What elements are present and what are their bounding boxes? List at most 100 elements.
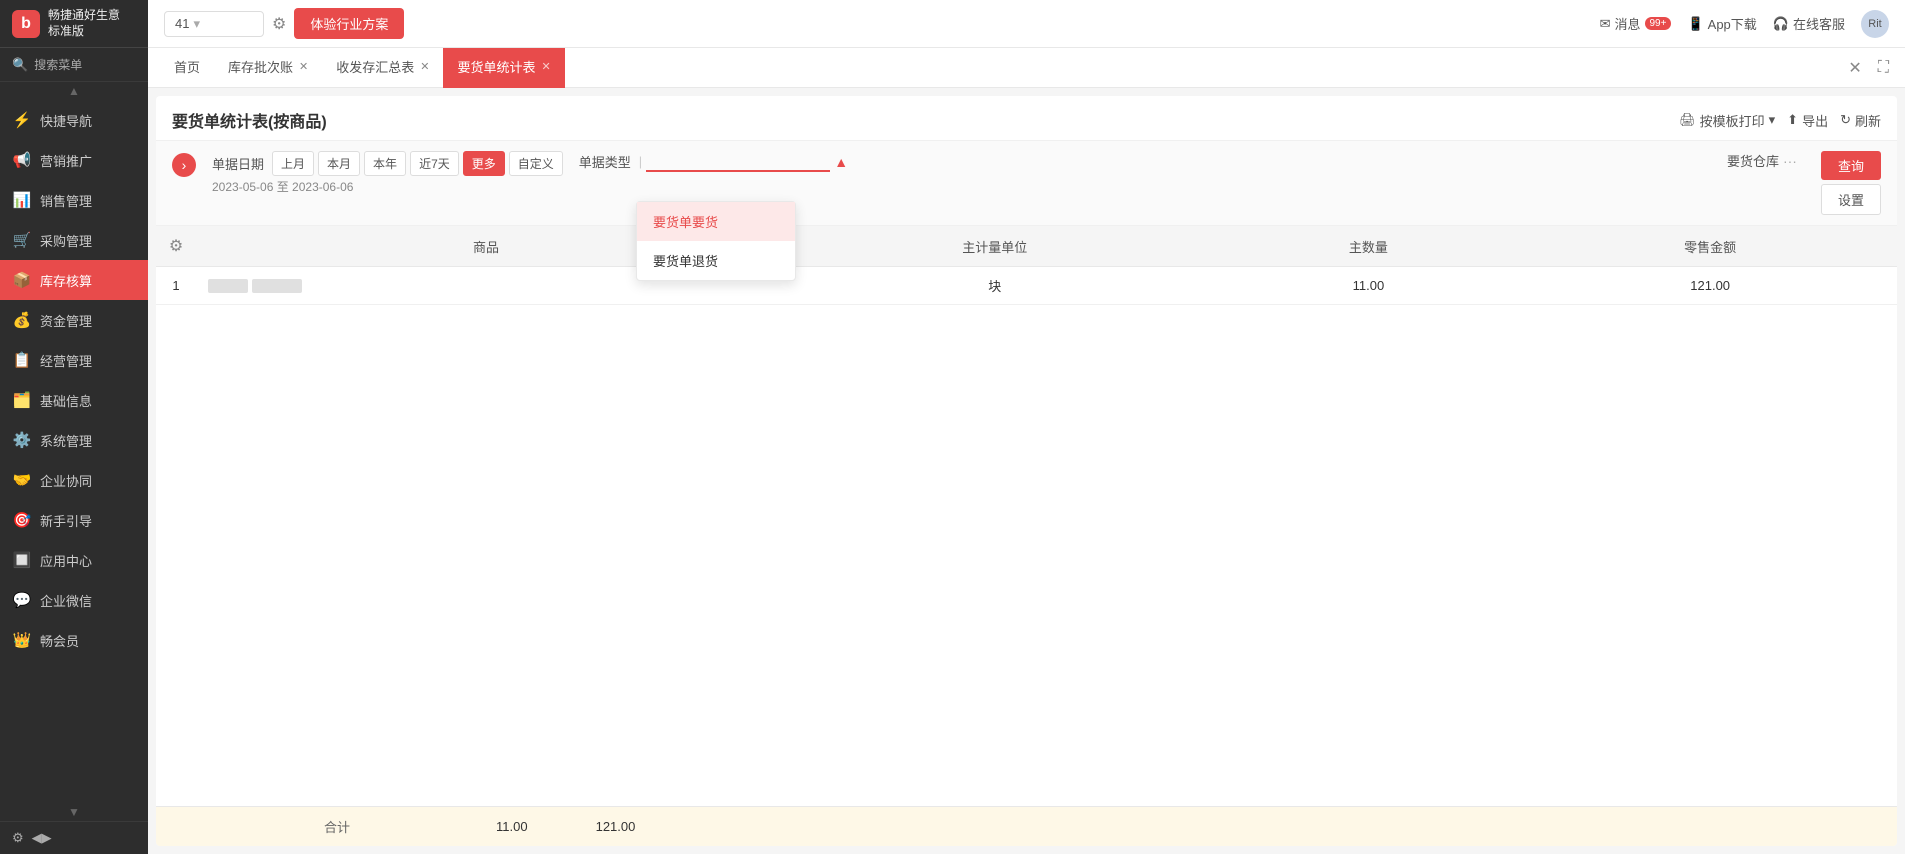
export-icon: ⬆ bbox=[1787, 112, 1798, 128]
topbar-right: ✉ 消息 99+ 📱 App下载 🎧 在线客服 Rit bbox=[1600, 10, 1889, 38]
date-filter-label: 单据日期 bbox=[212, 154, 264, 173]
enterprise-icon: 🤝 bbox=[12, 470, 32, 490]
operation-icon: 📋 bbox=[12, 350, 32, 370]
sidebar-item-operation[interactable]: 📋 经营管理 bbox=[0, 340, 148, 380]
sidebar-item-enterprise[interactable]: 🤝 企业协同 bbox=[0, 460, 148, 500]
export-button[interactable]: ⬆ 导出 bbox=[1787, 111, 1828, 130]
filter-bar: › 单据日期 上月 本月 本年 近7天 更多 自定义 2023-05-06 至 … bbox=[156, 141, 1897, 226]
messages-button[interactable]: ✉ 消息 99+ bbox=[1600, 14, 1672, 33]
settings-button[interactable]: ⚙ bbox=[12, 830, 24, 846]
wechat-icon: 💬 bbox=[12, 590, 32, 610]
search-menu-label: 搜索菜单 bbox=[34, 56, 82, 73]
app-download-button[interactable]: 📱 App下载 bbox=[1687, 14, 1756, 33]
tab-close-all-button[interactable]: ✕ bbox=[1844, 54, 1865, 82]
last-7-days-button[interactable]: 近7天 bbox=[410, 151, 459, 176]
query-button[interactable]: 查询 bbox=[1821, 151, 1881, 180]
custom-date-button[interactable]: 自定义 bbox=[509, 151, 563, 176]
purchase-icon: 🛒 bbox=[12, 230, 32, 250]
members-icon: 👑 bbox=[12, 630, 32, 650]
row-unit: 块 bbox=[776, 267, 1214, 305]
row-seq: 1 bbox=[156, 267, 196, 305]
sidebar-item-wechat[interactable]: 💬 企业微信 bbox=[0, 580, 148, 620]
tab-order-stats-close[interactable]: ✕ bbox=[542, 60, 551, 73]
tab-home-label: 首页 bbox=[174, 57, 200, 76]
sidebar-item-quick-nav[interactable]: ⚡ 快捷导航 bbox=[0, 100, 148, 140]
sidebar-item-label: 新手引导 bbox=[40, 511, 92, 530]
tab-inventory-batch-label: 库存批次账 bbox=[228, 57, 293, 76]
sidebar-item-label: 销售管理 bbox=[40, 191, 92, 210]
sidebar-item-label: 应用中心 bbox=[40, 551, 92, 570]
tab-stock-summary[interactable]: 收发存汇总表 ✕ bbox=[322, 48, 443, 88]
tab-home[interactable]: 首页 bbox=[160, 48, 214, 88]
online-service-button[interactable]: 🎧 在线客服 bbox=[1773, 14, 1845, 33]
type-dropdown: 要货单要货 要货单退货 bbox=[636, 201, 796, 281]
company-selector[interactable]: 41 ▾ bbox=[164, 11, 264, 37]
print-template-button[interactable]: 🖨 按模板打印 ▾ bbox=[1679, 111, 1775, 130]
last-month-button[interactable]: 上月 bbox=[272, 151, 314, 176]
tab-inventory-batch[interactable]: 库存批次账 ✕ bbox=[214, 48, 322, 88]
tab-expand-button[interactable]: ⛶ bbox=[1874, 55, 1893, 81]
sidebar-item-inventory[interactable]: 📦 库存核算 bbox=[0, 260, 148, 300]
table-body: 1 块 11.00 121.00 bbox=[156, 267, 1897, 305]
sidebar-item-finance[interactable]: 💰 资金管理 bbox=[0, 300, 148, 340]
sidebar-item-basic[interactable]: 🗂️ 基础信息 bbox=[0, 380, 148, 420]
footer-total-label: 合计 bbox=[168, 817, 350, 836]
date-filter-group: 单据日期 上月 本月 本年 近7天 更多 自定义 2023-05-06 至 20… bbox=[212, 151, 563, 195]
scroll-up-indicator[interactable]: ▲ bbox=[0, 82, 148, 100]
filter-settings-button[interactable]: 设置 bbox=[1821, 184, 1881, 215]
filter-expand-button[interactable]: › bbox=[172, 153, 196, 177]
topbar-gear-icon[interactable]: ⚙ bbox=[272, 14, 286, 34]
col-unit-header: 主计量单位 bbox=[776, 226, 1214, 267]
refresh-icon: ↻ bbox=[1840, 112, 1851, 128]
tab-order-stats[interactable]: 要货单统计表 ✕ bbox=[443, 48, 564, 88]
dropdown-item-order-goods[interactable]: 要货单要货 bbox=[637, 202, 795, 241]
guide-icon: 🎯 bbox=[12, 510, 32, 530]
dropdown-item-order-return[interactable]: 要货单退货 bbox=[637, 241, 795, 280]
type-dropdown-arrow[interactable]: ▲ bbox=[834, 154, 848, 170]
sidebar-bottom: ⚙ ◀▶ bbox=[0, 821, 148, 854]
trial-industry-button[interactable]: 体验行业方案 bbox=[294, 8, 404, 39]
sidebar-item-guide[interactable]: 🎯 新手引导 bbox=[0, 500, 148, 540]
page-header: 要货单统计表(按商品) 🖨 按模板打印 ▾ ⬆ 导出 ↻ 刷新 bbox=[156, 96, 1897, 141]
sidebar-item-purchase[interactable]: 🛒 采购管理 bbox=[0, 220, 148, 260]
online-service-label: 在线客服 bbox=[1793, 14, 1845, 33]
warehouse-more-icon[interactable]: ··· bbox=[1783, 153, 1797, 169]
footer-amount-value: 121.00 bbox=[596, 819, 636, 834]
print-label: 按模板打印 bbox=[1700, 111, 1765, 130]
tabbar-right: ✕ ⛶ bbox=[1844, 54, 1893, 82]
print-icon: 🖨 bbox=[1679, 112, 1696, 128]
sidebar-item-marketing[interactable]: 📢 营销推广 bbox=[0, 140, 148, 180]
warehouse-filter-label: 要货仓库 bbox=[1727, 151, 1779, 170]
collapse-button[interactable]: ◀▶ bbox=[32, 830, 52, 846]
finance-icon: 💰 bbox=[12, 310, 32, 330]
sidebar-item-sales[interactable]: 📊 销售管理 bbox=[0, 180, 148, 220]
user-avatar[interactable]: Rit bbox=[1861, 10, 1889, 38]
scroll-down-indicator[interactable]: ▼ bbox=[0, 803, 148, 821]
tab-inventory-batch-close[interactable]: ✕ bbox=[299, 60, 308, 73]
sidebar-item-apps[interactable]: 🔲 应用中心 bbox=[0, 540, 148, 580]
search-menu-button[interactable]: 🔍 搜索菜单 bbox=[0, 48, 148, 82]
chevron-down-icon: ▾ bbox=[193, 16, 200, 32]
company-selector-value: 41 bbox=[175, 16, 189, 31]
sidebar-item-label: 企业微信 bbox=[40, 591, 92, 610]
sidebar: b 畅捷通好生意 标准版 🔍 搜索菜单 ▲ ⚡ 快捷导航 📢 营销推广 📊 销售… bbox=[0, 0, 148, 854]
sales-icon: 📊 bbox=[12, 190, 32, 210]
tab-stock-summary-label: 收发存汇总表 bbox=[336, 57, 414, 76]
more-dates-button[interactable]: 更多 bbox=[463, 151, 505, 176]
table-settings-icon[interactable]: ⚙ bbox=[169, 238, 183, 255]
basic-icon: 🗂️ bbox=[12, 390, 32, 410]
tab-stock-summary-close[interactable]: ✕ bbox=[420, 60, 429, 73]
sidebar-item-members[interactable]: 👑 畅会员 bbox=[0, 620, 148, 660]
sidebar-item-system[interactable]: ⚙️ 系统管理 bbox=[0, 420, 148, 460]
product-name-placeholder bbox=[208, 279, 248, 293]
refresh-button[interactable]: ↻ 刷新 bbox=[1840, 111, 1881, 130]
type-filter-row: 单据类型 | ▲ bbox=[579, 151, 848, 172]
this-year-button[interactable]: 本年 bbox=[364, 151, 406, 176]
this-month-button[interactable]: 本月 bbox=[318, 151, 360, 176]
chevron-down-icon: ▾ bbox=[1769, 112, 1776, 128]
type-filter-input[interactable] bbox=[646, 151, 830, 172]
topbar: 41 ▾ ⚙ 体验行业方案 ✉ 消息 99+ 📱 App下载 🎧 在线客服 Ri… bbox=[148, 0, 1905, 48]
user-name: Rit bbox=[1868, 18, 1881, 30]
table-footer: 合计 11.00 121.00 bbox=[156, 806, 1897, 846]
row-amount: 121.00 bbox=[1523, 267, 1897, 305]
